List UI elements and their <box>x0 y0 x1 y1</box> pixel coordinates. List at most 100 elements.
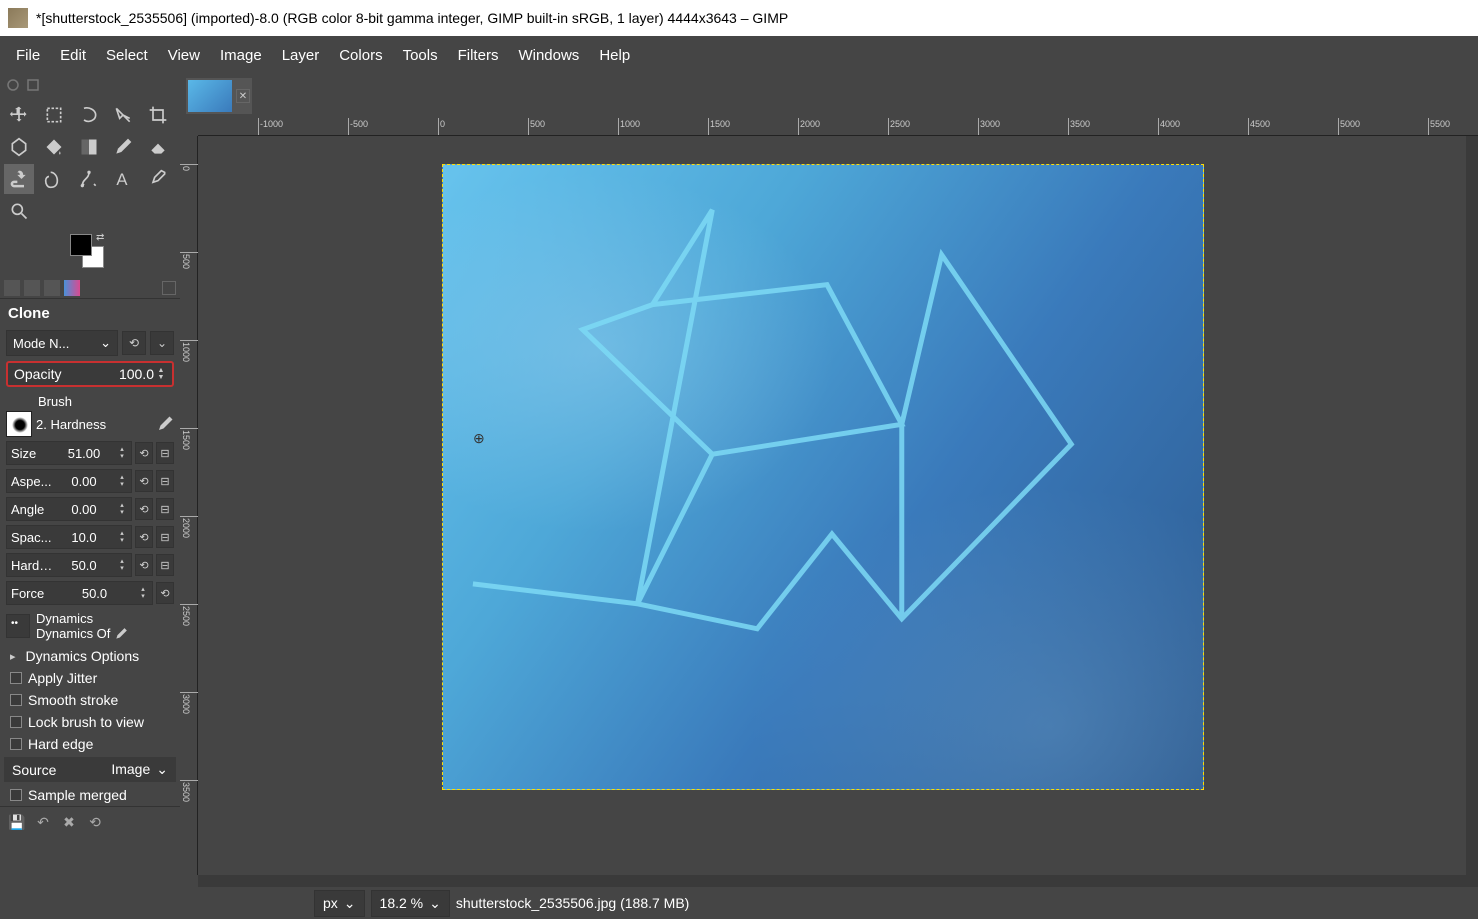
apply-jitter-checkbox[interactable]: Apply Jitter <box>0 667 180 689</box>
chevron-down-icon: ⌄ <box>100 335 111 351</box>
chevron-down-icon: ⌄ <box>344 895 356 912</box>
opacity-spinner[interactable]: ▲▼ <box>156 367 166 381</box>
angle-link[interactable]: ⊟ <box>156 498 174 520</box>
ruler-vertical[interactable]: 0500100015002000250030003500 <box>180 136 198 875</box>
spacing-link[interactable]: ⊟ <box>156 526 174 548</box>
bucket-fill-tool[interactable] <box>39 132 69 162</box>
color-swatches: ⇄ <box>0 230 180 278</box>
opacity-slider[interactable]: Opacity 100.0 ▲▼ <box>6 361 174 387</box>
dynamics-edit-icon[interactable] <box>114 627 128 641</box>
canvas-image: ⊕ <box>442 164 1204 790</box>
path-tool[interactable] <box>74 164 104 194</box>
gradient-tool[interactable] <box>74 132 104 162</box>
source-select[interactable]: Source Image⌄ <box>4 757 176 782</box>
menu-edit[interactable]: Edit <box>52 43 94 68</box>
angle-reset[interactable]: ⟲ <box>135 498 153 520</box>
dynamics-options-expand[interactable]: ▸Dynamics Options <box>0 645 180 667</box>
dynamics-label: Dynamics <box>36 611 174 626</box>
reset-preset-icon[interactable]: ⟲ <box>86 813 104 831</box>
app-icon <box>8 8 28 28</box>
dynamics-name: Dynamics Of <box>36 626 110 641</box>
tool-grid: A <box>0 96 180 230</box>
force-reset[interactable]: ⟲ <box>156 582 174 604</box>
free-select-tool[interactable] <box>74 100 104 130</box>
image-content <box>443 165 1203 789</box>
brush-edit-icon[interactable] <box>156 415 174 433</box>
crop-tool[interactable] <box>143 100 173 130</box>
dynamics-icon[interactable] <box>6 614 30 638</box>
spacing-slider[interactable]: Spac...10.0▴▾ <box>6 525 132 549</box>
unit-select[interactable]: px⌄ <box>314 890 365 917</box>
rect-select-tool[interactable] <box>39 100 69 130</box>
menu-colors[interactable]: Colors <box>331 43 390 68</box>
save-preset-icon[interactable]: 💾 <box>8 813 26 831</box>
tab-shape-icon[interactable] <box>6 78 20 92</box>
zoom-select[interactable]: 18.2 %⌄ <box>371 890 450 917</box>
eraser-tool[interactable] <box>143 132 173 162</box>
menubar: File Edit Select View Image Layer Colors… <box>0 36 1478 74</box>
menu-help[interactable]: Help <box>591 43 638 68</box>
sample-merged-checkbox[interactable]: Sample merged <box>0 784 180 806</box>
panel-menu-icon[interactable] <box>162 281 176 295</box>
brush-preview[interactable] <box>6 411 32 437</box>
hardness-slider[interactable]: Hardn...50.0▴▾ <box>6 553 132 577</box>
menu-image[interactable]: Image <box>212 43 270 68</box>
clone-cursor-icon: ⊕ <box>473 430 487 444</box>
size-slider[interactable]: Size51.00▴▾ <box>6 441 132 465</box>
size-link[interactable]: ⊟ <box>156 442 174 464</box>
menu-windows[interactable]: Windows <box>510 43 587 68</box>
menu-tools[interactable]: Tools <box>395 43 446 68</box>
smudge-tool[interactable] <box>39 164 69 194</box>
undo-history-tab[interactable] <box>44 280 60 296</box>
menu-select[interactable]: Select <box>98 43 156 68</box>
left-panel: A ⇄ Clone Mode N... ⌄ ⟲ ⌄ Opacity 100.0 … <box>0 74 180 919</box>
aspect-link[interactable]: ⊟ <box>156 470 174 492</box>
transform-tool[interactable] <box>4 132 34 162</box>
lock-brush-checkbox[interactable]: Lock brush to view <box>0 711 180 733</box>
force-slider[interactable]: Force50.0▴▾ <box>6 581 153 605</box>
canvas[interactable]: ⊕ <box>198 136 1466 875</box>
swap-colors-icon[interactable]: ⇄ <box>96 232 104 243</box>
fuzzy-select-tool[interactable] <box>108 100 138 130</box>
images-tab[interactable] <box>64 280 80 296</box>
tool-options-tab[interactable] <box>4 280 20 296</box>
menu-view[interactable]: View <box>160 43 208 68</box>
color-picker-tool[interactable] <box>143 164 173 194</box>
mode-select[interactable]: Mode N... ⌄ <box>6 330 118 356</box>
spacing-reset[interactable]: ⟲ <box>135 526 153 548</box>
menu-file[interactable]: File <box>8 43 48 68</box>
scrollbar-horizontal[interactable] <box>198 875 1478 887</box>
hard-edge-checkbox[interactable]: Hard edge <box>0 733 180 755</box>
tab-shape-icon[interactable] <box>26 78 40 92</box>
close-tab-icon[interactable]: ✕ <box>236 89 250 103</box>
size-reset[interactable]: ⟲ <box>135 442 153 464</box>
hardness-reset[interactable]: ⟲ <box>135 554 153 576</box>
delete-preset-icon[interactable]: ✖ <box>60 813 78 831</box>
text-tool[interactable]: A <box>108 164 138 194</box>
device-status-tab[interactable] <box>24 280 40 296</box>
ruler-horizontal[interactable]: -1000-5000500100015002000250030003500400… <box>198 118 1478 136</box>
angle-slider[interactable]: Angle0.00▴▾ <box>6 497 132 521</box>
aspect-reset[interactable]: ⟲ <box>135 470 153 492</box>
title-text: *[shutterstock_2535506] (imported)-8.0 (… <box>36 10 788 26</box>
zoom-tool[interactable] <box>4 196 34 226</box>
menu-filters[interactable]: Filters <box>450 43 507 68</box>
document-tab[interactable]: ✕ <box>186 78 252 114</box>
aspect-slider[interactable]: Aspe...0.00▴▾ <box>6 469 132 493</box>
option-footer: 💾 ↶ ✖ ⟲ <box>0 806 180 837</box>
mode-menu-button[interactable]: ⌄ <box>150 331 174 355</box>
pencil-tool[interactable] <box>108 132 138 162</box>
mode-reset-button[interactable]: ⟲ <box>122 331 146 355</box>
hardness-link[interactable]: ⊟ <box>156 554 174 576</box>
expand-icon: ▸ <box>10 650 16 663</box>
titlebar: *[shutterstock_2535506] (imported)-8.0 (… <box>0 0 1478 36</box>
smooth-stroke-checkbox[interactable]: Smooth stroke <box>0 689 180 711</box>
brush-name: 2. Hardness <box>36 417 152 432</box>
scrollbar-vertical[interactable] <box>1466 136 1478 875</box>
menu-layer[interactable]: Layer <box>274 43 328 68</box>
status-filename: shutterstock_2535506.jpg (188.7 MB) <box>456 895 689 911</box>
restore-preset-icon[interactable]: ↶ <box>34 813 52 831</box>
move-tool[interactable] <box>4 100 34 130</box>
foreground-color[interactable] <box>70 234 92 256</box>
clone-tool[interactable] <box>4 164 34 194</box>
